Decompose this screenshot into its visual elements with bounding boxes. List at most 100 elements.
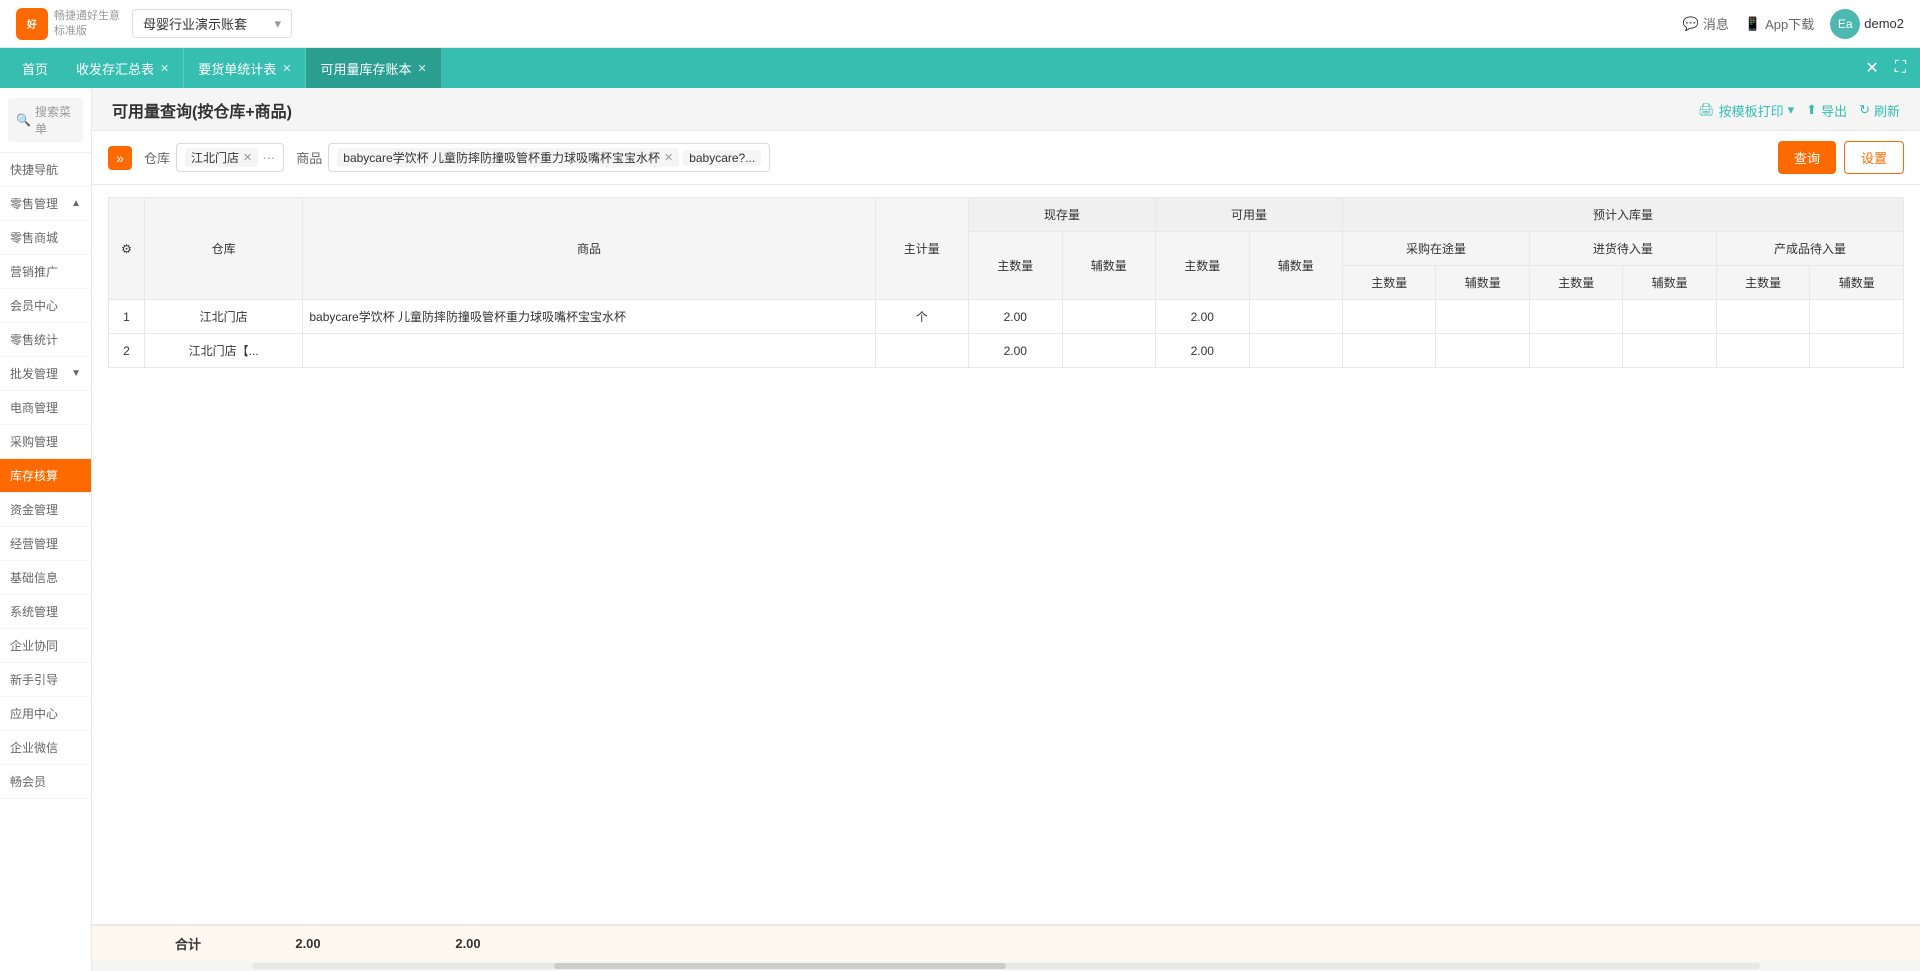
- tab-home-label: 首页: [22, 59, 48, 78]
- maximize-tab-btn[interactable]: ⛶: [1889, 57, 1912, 79]
- footer-stock-aux: [348, 936, 428, 951]
- cell-product: [303, 334, 875, 368]
- chevron-down-icon: ▾: [274, 16, 281, 32]
- cell-inbound-main: [1529, 334, 1622, 368]
- sidebar-item-wholesale-mgmt[interactable]: 批发管理: [0, 357, 91, 391]
- th-avail-main-qty: 主数量: [1156, 232, 1249, 300]
- logo-line2: 标准版: [54, 24, 120, 38]
- close-tab-btn[interactable]: ✕: [1859, 56, 1884, 80]
- footer-avail-aux: [508, 936, 588, 951]
- footer-pur-transit-aux: [668, 936, 748, 951]
- sidebar-item-purchase-mgmt[interactable]: 采购管理: [0, 425, 91, 459]
- cell-pur-transit-aux: [1436, 300, 1529, 334]
- sidebar-item-member-center[interactable]: 会员中心: [0, 289, 91, 323]
- logo-text: 畅捷通好生意 标准版: [54, 9, 120, 38]
- sidebar-item-enterprise-collab[interactable]: 企业协同: [0, 629, 91, 663]
- sidebar-item-retail-mgmt[interactable]: 零售管理: [0, 187, 91, 221]
- tab-order-stats[interactable]: 要货单统计表 ✕: [184, 48, 306, 88]
- page-header: 可用量查询(按仓库+商品) 🖨 按模板打印 ▾ ⬆ 导出 ↻ 刷新: [92, 88, 1920, 131]
- cell-avail-aux: [1249, 334, 1342, 368]
- cell-inbound-main: [1529, 300, 1622, 334]
- tab-receipt-summary-close[interactable]: ✕: [160, 62, 169, 75]
- cell-main-unit: 个: [875, 300, 968, 334]
- sidebar-item-new-guide[interactable]: 新手引导: [0, 663, 91, 697]
- horizontal-scrollbar[interactable]: [92, 961, 1920, 971]
- th-available-group: 可用量: [1156, 198, 1343, 232]
- cell-no: 1: [109, 300, 145, 334]
- nav-tabs-bar: 首页 收发存汇总表 ✕ 要货单统计表 ✕ 可用量库存账本 ✕ ✕ ⛶: [0, 48, 1920, 88]
- query-button[interactable]: 查询: [1778, 141, 1836, 174]
- sidebar-item-retail-mall[interactable]: 零售商城: [0, 221, 91, 255]
- warehouse-ellipsis[interactable]: ···: [262, 150, 275, 165]
- footer-avail-main: 2.00: [428, 936, 508, 951]
- sidebar-search-area[interactable]: 🔍 搜索菜单: [0, 88, 91, 153]
- sidebar-item-ecommerce-mgmt[interactable]: 电商管理: [0, 391, 91, 425]
- cell-avail-main: 2.00: [1156, 300, 1249, 334]
- print-btn[interactable]: 🖨 按模板打印 ▾: [1698, 101, 1794, 120]
- sidebar-search-placeholder: 搜索菜单: [35, 103, 75, 137]
- product-tag1-close[interactable]: ✕: [664, 151, 673, 164]
- sidebar-item-finance-mgmt-label: 资金管理: [10, 501, 58, 518]
- filter-bar: » 仓库 江北门店 ✕ ··· 商品 babycare学饮杯 儿童防摔防撞吸管杯…: [92, 131, 1920, 185]
- page-title: 可用量查询(按仓库+商品): [112, 98, 292, 122]
- scroll-track: [252, 963, 1760, 969]
- sidebar-item-finance-mgmt[interactable]: 资金管理: [0, 493, 91, 527]
- search-icon: 🔍: [16, 113, 31, 127]
- warehouse-tag-close[interactable]: ✕: [243, 151, 252, 164]
- setting-button[interactable]: 设置: [1844, 141, 1904, 174]
- cell-main-unit: [875, 334, 968, 368]
- filter-product-item: 商品 babycare学饮杯 儿童防摔防撞吸管杯重力球吸嘴杯宝宝水杯 ✕ bab…: [296, 143, 770, 172]
- data-table: ⚙ 仓库 商品 主计量 现存量 可用量 预计入库量 主数量 辅数量 主数量 辅数…: [108, 197, 1904, 368]
- scroll-thumb[interactable]: [554, 963, 1006, 969]
- cell-stock-aux: [1062, 334, 1155, 368]
- sidebar-item-vip-member-label: 畅会员: [10, 773, 46, 790]
- th-settings[interactable]: ⚙: [109, 198, 145, 300]
- industry-selector[interactable]: 母婴行业演示账套 ▾: [132, 9, 292, 38]
- user-profile[interactable]: Ea demo2: [1830, 9, 1904, 39]
- cell-warehouse: 江北门店【...: [145, 334, 303, 368]
- filter-expand-btn[interactable]: »: [108, 146, 132, 170]
- table-footer: 合计 2.00 2.00: [92, 924, 1920, 961]
- product-filter-value[interactable]: babycare学饮杯 儿童防摔防撞吸管杯重力球吸嘴杯宝宝水杯 ✕ babyca…: [328, 143, 770, 172]
- th-main-unit: 主计量: [875, 198, 968, 300]
- message-icon: 💬: [1683, 16, 1699, 32]
- message-label: 消息: [1703, 14, 1729, 33]
- sidebar-item-basic-info-label: 基础信息: [10, 569, 58, 586]
- refresh-label: 刷新: [1874, 101, 1900, 120]
- footer-product-aux: [988, 936, 1068, 951]
- page-actions: 🖨 按模板打印 ▾ ⬆ 导出 ↻ 刷新: [1698, 101, 1900, 120]
- sidebar-item-enterprise-wechat[interactable]: 企业微信: [0, 731, 91, 765]
- product-tag2-text: babycare?...: [689, 151, 755, 165]
- export-btn[interactable]: ⬆ 导出: [1806, 101, 1847, 120]
- cell-product-main: [1716, 300, 1809, 334]
- tab-available-stock-close[interactable]: ✕: [418, 62, 427, 75]
- tab-home[interactable]: 首页: [8, 48, 62, 88]
- cell-stock-main: 2.00: [969, 334, 1062, 368]
- sidebar-item-retail-stats[interactable]: 零售统计: [0, 323, 91, 357]
- sidebar-item-operations-mgmt[interactable]: 经营管理: [0, 527, 91, 561]
- tab-receipt-summary[interactable]: 收发存汇总表 ✕: [62, 48, 184, 88]
- warehouse-filter-value[interactable]: 江北门店 ✕ ···: [176, 143, 284, 172]
- sidebar-item-quick-nav[interactable]: 快捷导航: [0, 153, 91, 187]
- tab-order-stats-close[interactable]: ✕: [282, 62, 291, 75]
- th-inbound-pending-group: 进货待入量: [1529, 232, 1716, 266]
- sidebar-item-basic-info[interactable]: 基础信息: [0, 561, 91, 595]
- sidebar-item-ecommerce-mgmt-label: 电商管理: [10, 399, 58, 416]
- sidebar-item-system-mgmt[interactable]: 系统管理: [0, 595, 91, 629]
- printer-icon: 🖨: [1698, 102, 1715, 118]
- th-pur-transit-aux: 辅数量: [1436, 266, 1529, 300]
- sidebar-search-inner[interactable]: 🔍 搜索菜单: [8, 98, 83, 142]
- tab-available-stock-label: 可用量库存账本: [320, 59, 411, 78]
- sidebar-item-inventory-check[interactable]: 库存核算: [0, 459, 91, 493]
- tab-available-stock[interactable]: 可用量库存账本 ✕: [306, 48, 441, 88]
- cell-stock-main: 2.00: [969, 300, 1062, 334]
- message-action[interactable]: 💬 消息: [1683, 14, 1729, 33]
- product-filter-label: 商品: [296, 148, 322, 167]
- app-download-action[interactable]: 📱 App下载: [1745, 14, 1814, 33]
- sidebar-item-app-center[interactable]: 应用中心: [0, 697, 91, 731]
- sidebar-item-new-guide-label: 新手引导: [10, 671, 58, 688]
- refresh-btn[interactable]: ↻ 刷新: [1859, 101, 1900, 120]
- cell-avail-main: 2.00: [1156, 334, 1249, 368]
- sidebar-item-marketing[interactable]: 营销推广: [0, 255, 91, 289]
- sidebar-item-vip-member[interactable]: 畅会员: [0, 765, 91, 799]
